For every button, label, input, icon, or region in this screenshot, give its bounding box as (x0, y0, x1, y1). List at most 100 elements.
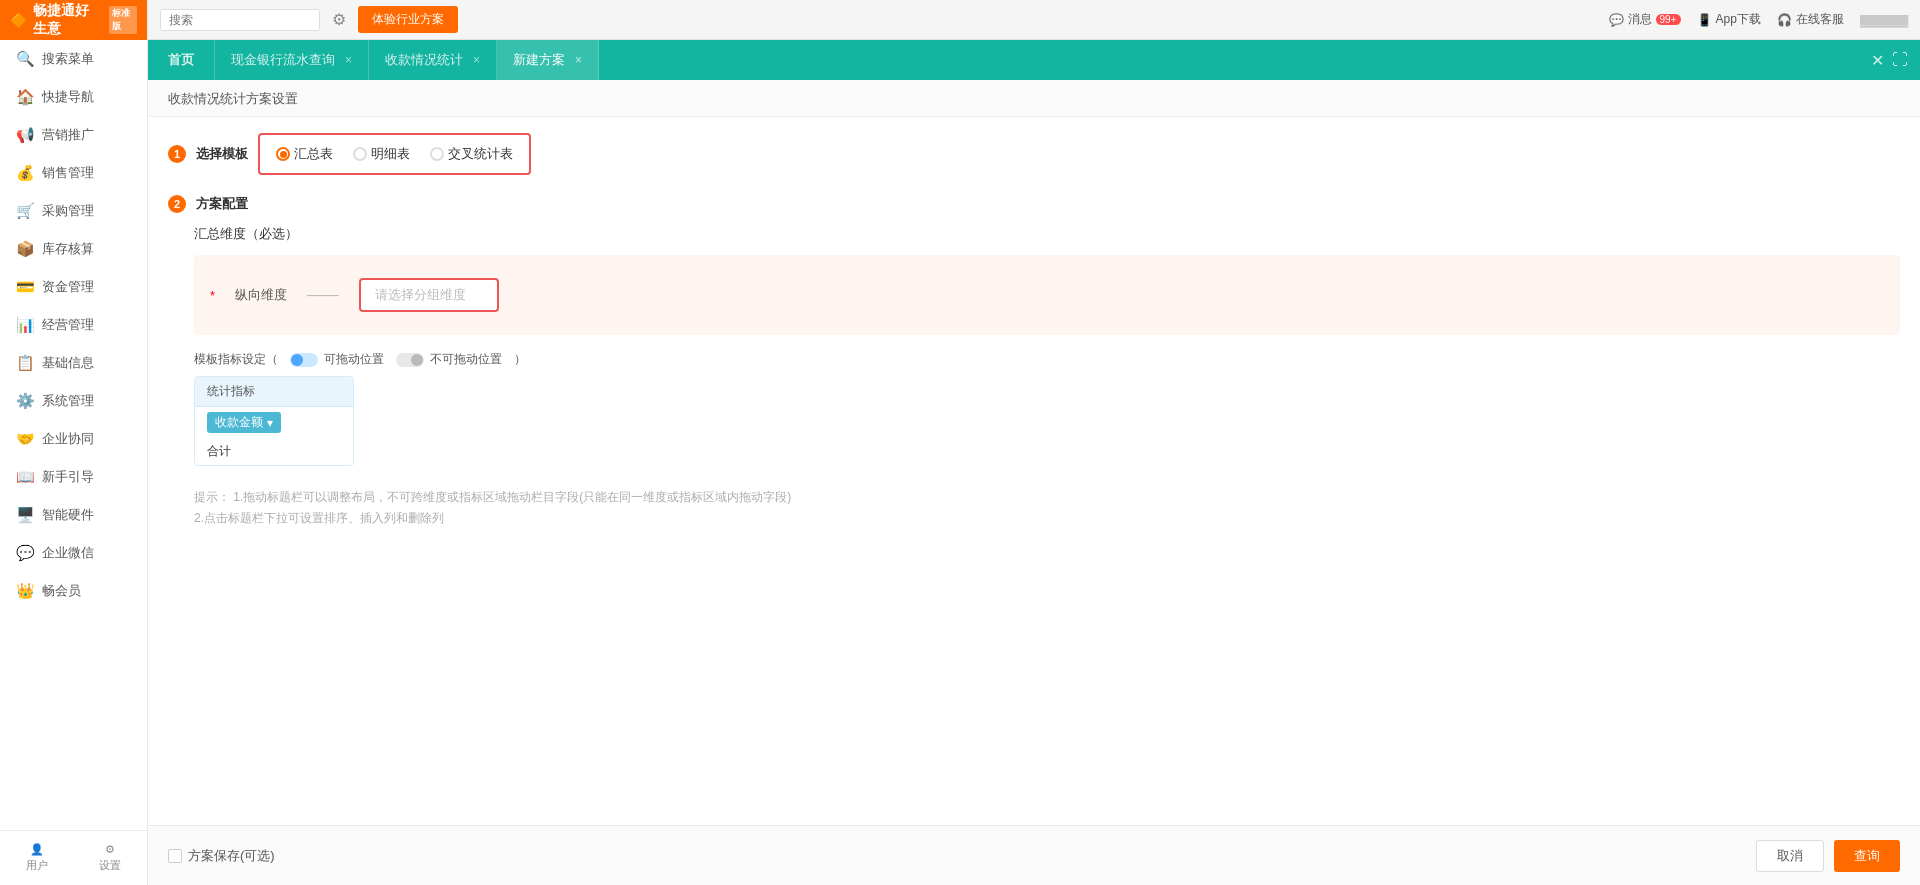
tab-payment-stats[interactable]: 收款情况统计 × (369, 40, 497, 80)
tab-home[interactable]: 首页 (148, 40, 215, 80)
download-label: App下载 (1716, 11, 1761, 28)
hardware-icon: 🖥️ (16, 506, 34, 524)
sales-icon: 💰 (16, 164, 34, 182)
bottom-buttons: 取消 查询 (1756, 840, 1900, 872)
download-icon: 📱 (1697, 13, 1712, 27)
radio-detail-circle (353, 147, 367, 161)
management-icon: 📊 (16, 316, 34, 334)
vertical-dim-label: 纵向维度 (235, 286, 287, 304)
tab-bank-flow[interactable]: 现金银行流水查询 × (215, 40, 369, 80)
notification-label: 消息 (1628, 11, 1652, 28)
sidebar-label-nav: 快捷导航 (42, 88, 94, 106)
radio-summary-circle (276, 147, 290, 161)
content-area: 收款情况统计方案设置 1 选择模板 汇总表 (148, 80, 1920, 885)
section1-label: 选择模板 (196, 145, 248, 163)
sidebar-label-guide: 新手引导 (42, 468, 94, 486)
summary-dim-title: 汇总维度（必选） (194, 225, 1900, 243)
marketing-icon: 📢 (16, 126, 34, 144)
stats-tag-dropdown-icon: ▾ (267, 416, 273, 430)
tab-new-plan-label: 新建方案 (513, 51, 565, 69)
section-template: 1 选择模板 汇总表 明细表 (168, 133, 1900, 175)
sidebar-item-purchase[interactable]: 🛒 采购管理 (0, 192, 147, 230)
tab-bank-flow-close[interactable]: × (345, 53, 352, 67)
stats-tag-label: 收款金额 (215, 414, 263, 431)
radio-detail[interactable]: 明细表 (353, 145, 410, 163)
gear-icon[interactable]: ⚙ (332, 10, 346, 29)
wechat-icon: 💬 (16, 544, 34, 562)
sidebar-label-finance: 资金管理 (42, 278, 94, 296)
sidebar-item-system[interactable]: ⚙️ 系统管理 (0, 382, 147, 420)
tip-2: 2.点击标题栏下拉可设置排序、插入列和删除列 (194, 510, 1900, 527)
sidebar-item-basic[interactable]: 📋 基础信息 (0, 344, 147, 382)
tips-area: 提示： 1.拖动标题栏可以调整布局，不可跨维度或指标区域拖动栏目字段(只能在同一… (194, 489, 1900, 527)
system-icon: ⚙️ (16, 392, 34, 410)
tab-new-plan[interactable]: 新建方案 × (497, 40, 599, 80)
stats-box: 统计指标 收款金额 ▾ 合计 (194, 376, 354, 466)
stats-row: 收款金额 ▾ (195, 407, 353, 438)
page-title: 收款情况统计方案设置 (168, 91, 298, 106)
app-name: 畅捷通好生意 (33, 2, 103, 38)
toggle-draggable[interactable]: 可拖动位置 (290, 351, 384, 368)
sidebar-label-system: 系统管理 (42, 392, 94, 410)
save-plan-checkbox[interactable]: 方案保存(可选) (168, 847, 275, 865)
cancel-button[interactable]: 取消 (1756, 840, 1824, 872)
sidebar-item-nav[interactable]: 🏠 快捷导航 (0, 78, 147, 116)
section1-num: 1 (168, 145, 186, 163)
chat-icon: 🎧 (1777, 13, 1792, 27)
radio-crosstab-label: 交叉统计表 (448, 145, 513, 163)
finance-icon: 💳 (16, 278, 34, 296)
tab-close-all-btn[interactable]: ✕ (1871, 51, 1884, 70)
username-display: ▓▓▓▓▓▓ (1860, 14, 1908, 26)
sidebar-label-inventory: 库存核算 (42, 240, 94, 258)
sidebar-item-member[interactable]: 👑 畅会员 (0, 572, 147, 610)
search-input[interactable] (160, 9, 320, 31)
sidebar-bottom-user[interactable]: 👤 用户 (22, 839, 52, 877)
sidebar-item-management[interactable]: 📊 经营管理 (0, 306, 147, 344)
radio-crosstab[interactable]: 交叉统计表 (430, 145, 513, 163)
download-btn[interactable]: 📱 App下载 (1697, 11, 1761, 28)
sidebar-bottom-settings[interactable]: ⚙ 设置 (95, 839, 125, 877)
industry-solution-button[interactable]: 体验行业方案 (358, 6, 458, 33)
non-draggable-toggle-dot (396, 353, 424, 367)
sidebar-bottom: 👤 用户 ⚙ 设置 (0, 830, 147, 885)
sidebar-item-wechat[interactable]: 💬 企业微信 (0, 534, 147, 572)
toggle-non-draggable[interactable]: 不可拖动位置 (396, 351, 502, 368)
main-area: ⚙ 体验行业方案 💬 消息 99+ 📱 App下载 🎧 在线客服 ▓▓▓▓▓▓ … (148, 0, 1920, 885)
draggable-toggle-dot (290, 353, 318, 367)
stats-tag-payment[interactable]: 收款金额 ▾ (207, 412, 281, 433)
sidebar-item-inventory[interactable]: 📦 库存核算 (0, 230, 147, 268)
stats-subtotal: 合计 (195, 438, 353, 465)
dim-arrow: —— (307, 286, 339, 304)
radio-summary[interactable]: 汇总表 (276, 145, 333, 163)
sidebar-label-hardware: 智能硬件 (42, 506, 94, 524)
tab-home-label: 首页 (168, 51, 194, 69)
topbar-right: 💬 消息 99+ 📱 App下载 🎧 在线客服 ▓▓▓▓▓▓ (1609, 11, 1908, 28)
dim-select-dropdown[interactable]: 请选择分组维度 (359, 278, 499, 312)
sidebar-item-enterprise[interactable]: 🤝 企业协同 (0, 420, 147, 458)
sidebar-item-hardware[interactable]: 🖥️ 智能硬件 (0, 496, 147, 534)
tab-payment-stats-close[interactable]: × (473, 53, 480, 67)
home-icon: 🏠 (16, 88, 34, 106)
notification-btn[interactable]: 💬 消息 99+ (1609, 11, 1681, 28)
query-button[interactable]: 查询 (1834, 840, 1900, 872)
tip-1: 提示： 1.拖动标题栏可以调整布局，不可跨维度或指标区域拖动栏目字段(只能在同一… (194, 489, 1900, 506)
chat-btn[interactable]: 🎧 在线客服 (1777, 11, 1844, 28)
sidebar-item-marketing[interactable]: 📢 营销推广 (0, 116, 147, 154)
guide-icon: 📖 (16, 468, 34, 486)
sidebar-item-search[interactable]: 🔍 搜索菜单 (0, 40, 147, 78)
sidebar-label-marketing: 营销推广 (42, 126, 94, 144)
dim-required-star: * (210, 288, 215, 303)
stats-header: 统计指标 (195, 377, 353, 407)
tabbar: 首页 现金银行流水查询 × 收款情况统计 × 新建方案 × ✕ ⛶ (148, 40, 1920, 80)
template-options: 汇总表 明细表 交叉统计表 (258, 133, 531, 175)
sidebar-label-management: 经营管理 (42, 316, 94, 334)
tab-new-plan-close[interactable]: × (575, 53, 582, 67)
sidebar-item-finance[interactable]: 💳 资金管理 (0, 268, 147, 306)
config-body: 汇总维度（必选） * 纵向维度 —— 请选择分组维度 (194, 225, 1900, 527)
sidebar-item-sales[interactable]: 💰 销售管理 (0, 154, 147, 192)
settings-label: 设置 (99, 858, 121, 873)
dim-select-placeholder: 请选择分组维度 (375, 287, 466, 302)
sidebar-item-guide[interactable]: 📖 新手引导 (0, 458, 147, 496)
tab-expand-btn[interactable]: ⛶ (1892, 51, 1908, 69)
search-icon: 🔍 (16, 50, 34, 68)
